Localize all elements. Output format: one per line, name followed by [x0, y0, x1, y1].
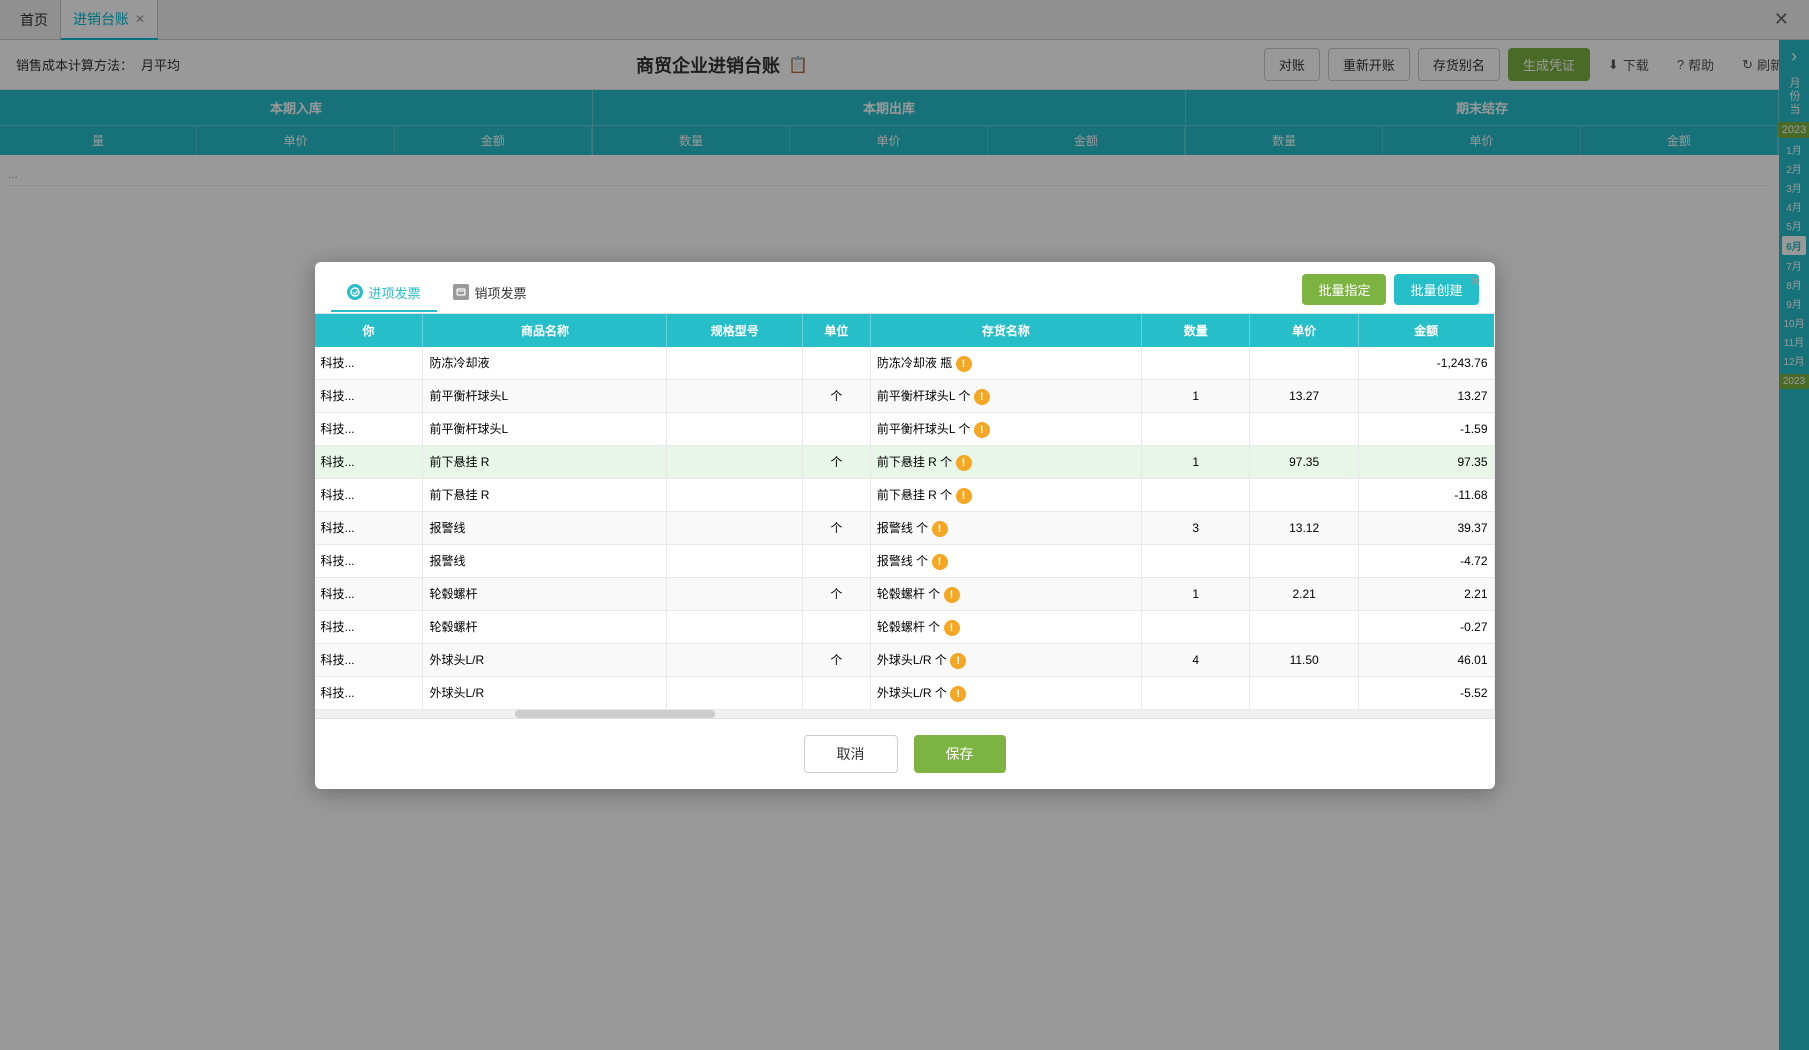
warning-icon: !	[932, 554, 948, 570]
table-row: 科技...前下悬挂 R前下悬挂 R 个 !-11.68	[315, 478, 1495, 511]
col-header-guige-xinghao: 规格型号	[667, 314, 803, 347]
modal-body: 你 商品名称 规格型号 单位 存货名称 数量 单价 金额 科技...防冻冷却液防…	[315, 314, 1495, 718]
warning-icon: !	[944, 620, 960, 636]
modal-scroll-area[interactable]: 你 商品名称 规格型号 单位 存货名称 数量 单价 金额 科技...防冻冷却液防…	[315, 314, 1495, 710]
table-row: 科技...外球头L/R外球头L/R 个 !-5.52	[315, 676, 1495, 709]
table-row: 科技...轮毂螺杆个轮毂螺杆 个 !12.212.21	[315, 577, 1495, 610]
col-header-you: 你	[315, 314, 423, 347]
table-row: 科技...报警线个报警线 个 !313.1239.37	[315, 511, 1495, 544]
table-header-row: 你 商品名称 规格型号 单位 存货名称 数量 单价 金额	[315, 314, 1495, 347]
jinxiang-tab-icon	[347, 284, 363, 300]
warning-icon: !	[956, 455, 972, 471]
tab-xiaoxiang-fapiao[interactable]: 销项发票	[437, 275, 543, 312]
col-header-cunchuo-mingcheng: 存货名称	[870, 314, 1141, 347]
col-header-shangpin-mingcheng: 商品名称	[423, 314, 667, 347]
xiaoxiang-tab-icon	[453, 284, 469, 300]
table-row: 科技...前下悬挂 R个前下悬挂 R 个 !197.3597.35	[315, 445, 1495, 478]
col-header-danjia: 单价	[1250, 314, 1358, 347]
col-header-jine: 金额	[1358, 314, 1494, 347]
modal-footer: 取消 保存	[315, 718, 1495, 789]
table-row: 科技...轮毂螺杆轮毂螺杆 个 !-0.27	[315, 610, 1495, 643]
col-header-shuliang: 数量	[1141, 314, 1249, 347]
warning-icon: !	[950, 653, 966, 669]
table-row: 科技...前平衡杆球头L个前平衡杆球头L 个 !113.2713.27	[315, 379, 1495, 412]
horizontal-scrollbar[interactable]	[315, 710, 1495, 718]
warning-icon: !	[974, 389, 990, 405]
save-button[interactable]: 保存	[914, 735, 1006, 773]
warning-icon: !	[944, 587, 960, 603]
modal-header-actions: 批量指定 批量创建	[1302, 274, 1478, 313]
modal-header: 进项发票 销项发票 批量指定 批量创建 ×	[315, 262, 1495, 314]
scrollbar-thumb[interactable]	[515, 710, 715, 718]
modal-close-button[interactable]: ×	[1470, 272, 1481, 290]
col-header-danwei: 单位	[803, 314, 871, 347]
table-row: 科技...报警线报警线 个 !-4.72	[315, 544, 1495, 577]
tab-jinxiang-fapiao[interactable]: 进项发票	[331, 275, 437, 312]
table-row: 科技...防冻冷却液防冻冷却液 瓶 !-1,243.76	[315, 347, 1495, 380]
warning-icon: !	[956, 356, 972, 372]
modal-table: 你 商品名称 规格型号 单位 存货名称 数量 单价 金额 科技...防冻冷却液防…	[315, 314, 1495, 710]
warning-icon: !	[932, 521, 948, 537]
batch-create-button[interactable]: 批量创建	[1394, 274, 1478, 305]
modal-dialog: 进项发票 销项发票 批量指定 批量创建 × 你	[315, 262, 1495, 789]
jinxiang-tab-label: 进项发票	[369, 283, 421, 302]
warning-icon: !	[956, 488, 972, 504]
warning-icon: !	[950, 686, 966, 702]
warning-icon: !	[974, 422, 990, 438]
table-row: 科技...前平衡杆球头L前平衡杆球头L 个 !-1.59	[315, 412, 1495, 445]
batch-assign-button[interactable]: 批量指定	[1302, 274, 1386, 305]
xiaoxiang-tab-label: 销项发票	[475, 283, 527, 302]
modal-overlay: 进项发票 销项发票 批量指定 批量创建 × 你	[0, 0, 1809, 1050]
table-row: 科技...外球头L/R个外球头L/R 个 !411.5046.01	[315, 643, 1495, 676]
cancel-button[interactable]: 取消	[804, 735, 898, 773]
